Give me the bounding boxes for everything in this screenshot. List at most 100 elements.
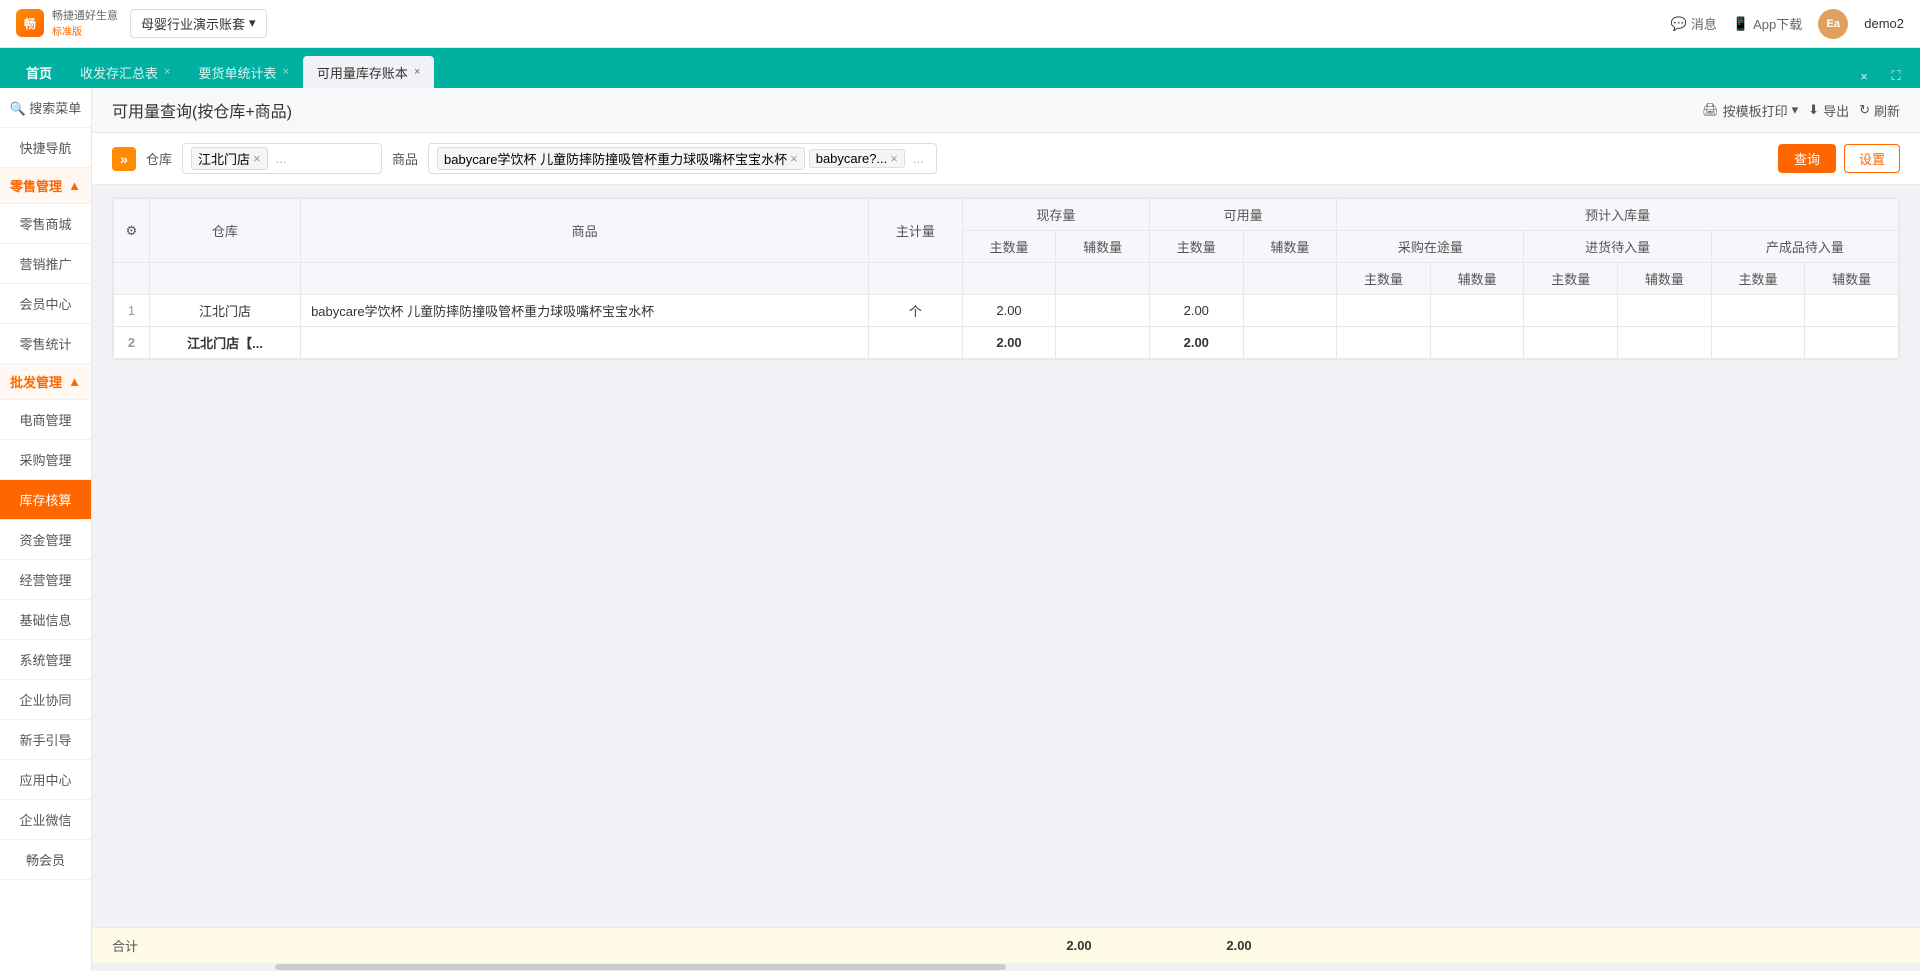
tab-order-stats-close[interactable]: × [282, 66, 288, 78]
avatar[interactable]: Ea [1818, 9, 1848, 39]
sidebar: 🔍 搜索菜单 快捷导航 零售管理 ▲ 零售商城 营销推广 会员中心 零售统计 批… [0, 88, 92, 971]
tab-available-stock-close[interactable]: × [414, 66, 420, 78]
sidebar-member-label: 会员中心 [19, 294, 71, 313]
sidebar-search[interactable]: 🔍 搜索菜单 [0, 88, 91, 128]
row2-pp-aux [1805, 327, 1899, 359]
app-download-btn[interactable]: 📱 App下载 [1733, 14, 1802, 33]
print-label: 按模板打印 [1723, 101, 1788, 120]
tab-home-label: 首页 [26, 63, 52, 82]
sidebar-ecommerce-label: 电商管理 [19, 410, 71, 429]
logo-sub: 标准版 [52, 23, 118, 38]
sidebar-item-purchase[interactable]: 采购管理 [0, 440, 91, 480]
sidebar-basic-info-label: 基础信息 [19, 610, 71, 629]
row1-avail-main: 2.00 [1149, 295, 1243, 327]
sidebar-quick-nav[interactable]: 快捷导航 [0, 128, 91, 168]
summary-label: 合计 [112, 936, 138, 955]
product-filter-input[interactable]: babycare学饮杯 儿童防摔防撞吸管杯重力球吸嘴杯宝宝水杯 × babyca… [428, 143, 937, 174]
warehouse-tag-1[interactable]: 江北门店 × [191, 147, 268, 170]
sidebar-item-marketing[interactable]: 营销推广 [0, 244, 91, 284]
message-btn[interactable]: 💬 消息 [1671, 14, 1717, 33]
th-warehouse: 仓库 [150, 199, 301, 263]
sidebar-item-new-guide[interactable]: 新手引导 [0, 720, 91, 760]
sidebar-item-operations[interactable]: 经营管理 [0, 560, 91, 600]
product-tag-2[interactable]: babycare?... × [809, 149, 905, 168]
th-product-aux: 辅数量 [1805, 263, 1899, 295]
message-label: 消息 [1691, 14, 1717, 33]
horizontal-scrollbar[interactable] [92, 963, 1920, 971]
product-tag-2-text: babycare?... [816, 151, 888, 166]
th-empty-aa [1243, 263, 1337, 295]
warehouse-more-dots[interactable]: ... [272, 151, 291, 166]
sidebar-wholesale-mgmt-label: 批发管理 [10, 372, 62, 391]
sidebar-item-inventory[interactable]: 库存核算 [0, 480, 91, 520]
th-product-main: 主数量 [1711, 263, 1805, 295]
sidebar-item-ecommerce[interactable]: 电商管理 [0, 400, 91, 440]
sidebar-retail-store-label: 零售商城 [19, 214, 71, 233]
th-empty-product [301, 263, 869, 295]
th-purchase-aux: 辅数量 [1430, 263, 1524, 295]
row1-pp-main [1711, 295, 1805, 327]
sidebar-item-basic-info[interactable]: 基础信息 [0, 600, 91, 640]
row2-pt-main [1337, 327, 1431, 359]
th-goods-pending-label: 进货待入量 [1524, 231, 1711, 263]
logo-text-wrap: 畅捷通好生意 标准版 [52, 9, 118, 38]
sidebar-item-finance[interactable]: 资金管理 [0, 520, 91, 560]
filter-bar: » 仓库 江北门店 × ... 商品 babycare学饮杯 儿童防摔防撞吸管杯… [92, 133, 1920, 185]
product-tag-1[interactable]: babycare学饮杯 儿童防摔防撞吸管杯重力球吸嘴杯宝宝水杯 × [437, 147, 805, 170]
product-tag-2-close[interactable]: × [890, 151, 898, 166]
tab-order-stats[interactable]: 要货单统计表 × [184, 56, 302, 88]
row1-pt-main [1337, 295, 1431, 327]
th-planned-in: 预计入库量 [1337, 199, 1899, 231]
logo-icon: 畅 [16, 9, 44, 37]
refresh-btn[interactable]: ↻ 刷新 [1859, 101, 1900, 120]
sidebar-marketing-label: 营销推广 [19, 254, 71, 273]
tab-close-all-btn[interactable]: × [1852, 64, 1876, 88]
product-more-dots[interactable]: ... [909, 151, 928, 166]
th-empty-cm [962, 263, 1056, 295]
filter-expand-btn[interactable]: » [112, 147, 136, 171]
sidebar-item-enterprise-wechat[interactable]: 企业微信 [0, 800, 91, 840]
warehouse-filter-input[interactable]: 江北门店 × ... [182, 143, 382, 174]
tab-receipt-summary-close[interactable]: × [164, 66, 170, 78]
query-btn[interactable]: 查询 [1778, 144, 1836, 173]
product-tag-1-close[interactable]: × [790, 151, 798, 166]
sidebar-item-retail-mgmt[interactable]: 零售管理 ▲ [0, 168, 91, 204]
warehouse-tag-1-close[interactable]: × [253, 151, 261, 166]
sidebar-item-app-center[interactable]: 应用中心 [0, 760, 91, 800]
sidebar-operations-label: 经营管理 [19, 570, 71, 589]
tab-home[interactable]: 首页 [12, 56, 66, 88]
row1-current-main: 2.00 [962, 295, 1056, 327]
scrollbar-thumb[interactable] [275, 964, 1006, 970]
sidebar-item-enterprise-collab[interactable]: 企业协同 [0, 680, 91, 720]
export-btn[interactable]: ⬇ 导出 [1808, 101, 1849, 120]
top-bar: 畅 畅捷通好生意 标准版 母婴行业演示账套 ▾ 💬 消息 📱 App下载 Ea … [0, 0, 1920, 48]
tab-available-stock[interactable]: 可用量库存账本 × [303, 56, 434, 88]
row1-pp-aux [1805, 295, 1899, 327]
sidebar-wholesale-mgmt-arrow: ▲ [68, 374, 81, 389]
sidebar-item-wholesale-mgmt[interactable]: 批发管理 ▲ [0, 364, 91, 400]
gear-icon[interactable]: ⚙ [126, 223, 138, 238]
tab-bar: 首页 收发存汇总表 × 要货单统计表 × 可用量库存账本 × × ⛶ [0, 48, 1920, 88]
th-empty-ca [1056, 263, 1150, 295]
sidebar-item-member[interactable]: 会员中心 [0, 284, 91, 324]
th-goods-aux: 辅数量 [1618, 263, 1712, 295]
sidebar-item-retail-stats[interactable]: 零售统计 [0, 324, 91, 364]
tab-maximize-btn[interactable]: ⛶ [1884, 64, 1908, 88]
tab-receipt-summary[interactable]: 收发存汇总表 × [66, 56, 184, 88]
industry-selector[interactable]: 母婴行业演示账套 ▾ [130, 9, 267, 38]
page-header: 可用量查询(按仓库+商品) 🖨 按模板打印 ▾ ⬇ 导出 ↻ 刷新 [92, 88, 1920, 133]
summary-available-main: 2.00 [1199, 938, 1279, 953]
print-btn[interactable]: 🖨 按模板打印 ▾ [1702, 101, 1798, 120]
th-current-aux: 辅数量 [1056, 231, 1150, 263]
warehouse-label: 仓库 [146, 149, 172, 168]
sidebar-item-member2[interactable]: 畅会员 [0, 840, 91, 880]
row1-warehouse: 江北门店 [150, 295, 301, 327]
tab-receipt-summary-label: 收发存汇总表 [80, 63, 158, 82]
sidebar-item-retail-store[interactable]: 零售商城 [0, 204, 91, 244]
sidebar-item-system-mgmt[interactable]: 系统管理 [0, 640, 91, 680]
sidebar-system-mgmt-label: 系统管理 [19, 650, 71, 669]
row2-pp-main [1711, 327, 1805, 359]
settings-btn[interactable]: 设置 [1844, 144, 1900, 173]
row2-current-aux [1056, 327, 1150, 359]
summary-bar: 合计 2.00 2.00 [92, 927, 1920, 963]
